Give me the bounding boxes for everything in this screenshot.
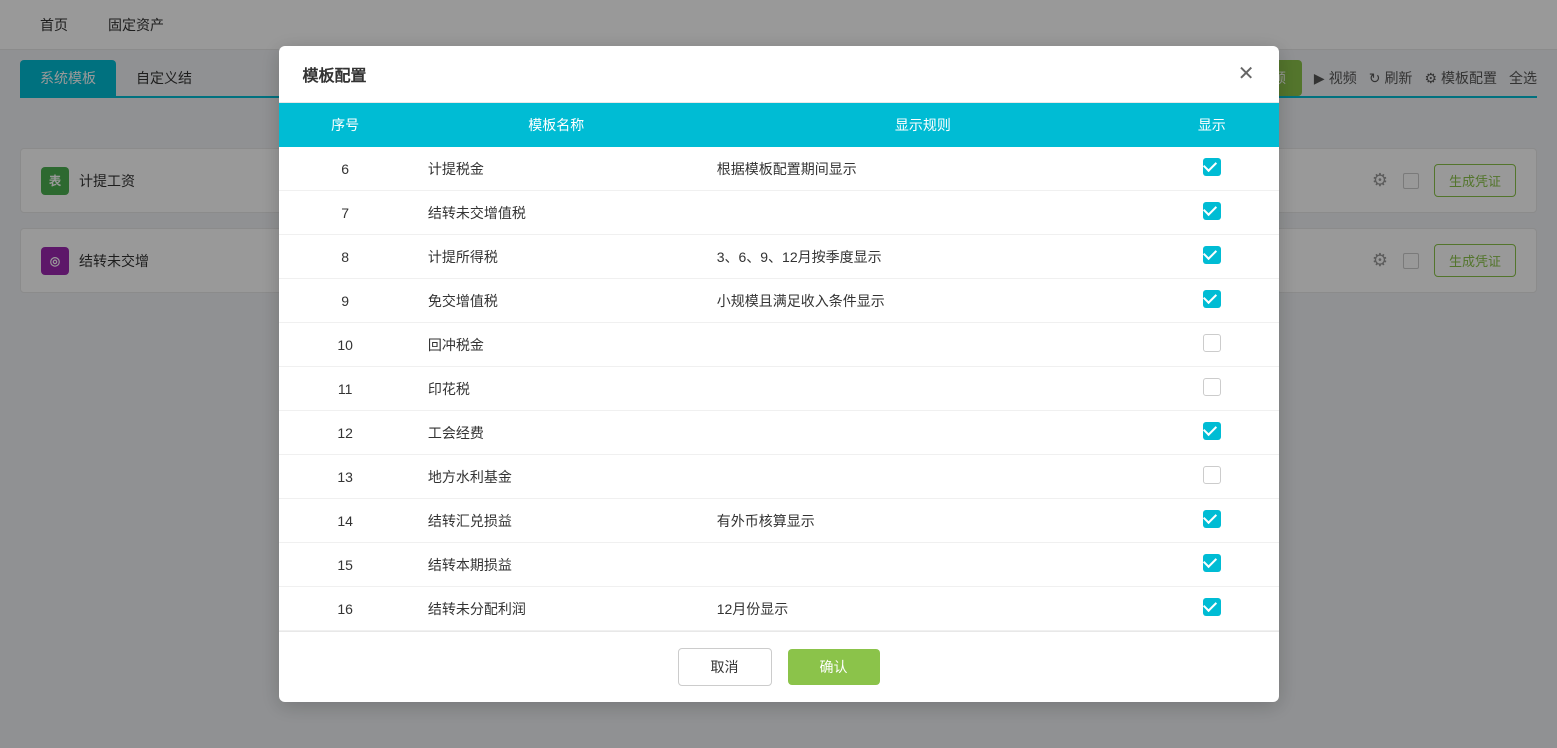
table-row: 9免交增值税小规模且满足收入条件显示 bbox=[279, 279, 1279, 323]
row-name: 回冲税金 bbox=[412, 323, 701, 367]
row-checkbox-cell[interactable] bbox=[1145, 411, 1278, 455]
row-rule bbox=[701, 543, 1145, 587]
row-checkbox[interactable] bbox=[1203, 290, 1221, 308]
row-rule bbox=[701, 367, 1145, 411]
template-config-modal: 模板配置 ✕ 序号 模板名称 显示规则 显示 6计提税金根据模板配置期间显示7结… bbox=[279, 46, 1279, 702]
col-header-display: 显示 bbox=[1145, 103, 1278, 147]
row-checkbox[interactable] bbox=[1203, 466, 1221, 484]
row-rule: 小规模且满足收入条件显示 bbox=[701, 279, 1145, 323]
row-checkbox-cell[interactable] bbox=[1145, 191, 1278, 235]
confirm-button[interactable]: 确认 bbox=[788, 649, 880, 685]
row-id: 10 bbox=[279, 323, 412, 367]
row-rule: 根据模板配置期间显示 bbox=[701, 147, 1145, 191]
row-checkbox-cell[interactable] bbox=[1145, 455, 1278, 499]
modal-footer: 取消 确认 bbox=[279, 631, 1279, 702]
row-checkbox-cell[interactable] bbox=[1145, 367, 1278, 411]
row-name: 计提税金 bbox=[412, 147, 701, 191]
row-name: 结转本期损益 bbox=[412, 543, 701, 587]
row-id: 13 bbox=[279, 455, 412, 499]
row-name: 免交增值税 bbox=[412, 279, 701, 323]
row-id: 7 bbox=[279, 191, 412, 235]
table-row: 15结转本期损益 bbox=[279, 543, 1279, 587]
row-checkbox-cell[interactable] bbox=[1145, 147, 1278, 191]
row-checkbox[interactable] bbox=[1203, 510, 1221, 528]
modal-close-button[interactable]: ✕ bbox=[1238, 64, 1255, 84]
row-checkbox[interactable] bbox=[1203, 202, 1221, 220]
row-rule: 12月份显示 bbox=[701, 587, 1145, 631]
table-header-row: 序号 模板名称 显示规则 显示 bbox=[279, 103, 1279, 147]
modal-table-container: 序号 模板名称 显示规则 显示 6计提税金根据模板配置期间显示7结转未交增值税8… bbox=[279, 103, 1279, 631]
row-name: 结转未交增值税 bbox=[412, 191, 701, 235]
col-header-name: 模板名称 bbox=[412, 103, 701, 147]
row-checkbox-cell[interactable] bbox=[1145, 499, 1278, 543]
row-checkbox[interactable] bbox=[1203, 598, 1221, 616]
table-row: 14结转汇兑损益有外币核算显示 bbox=[279, 499, 1279, 543]
row-name: 印花税 bbox=[412, 367, 701, 411]
table-row: 12工会经费 bbox=[279, 411, 1279, 455]
row-id: 12 bbox=[279, 411, 412, 455]
col-header-rule: 显示规则 bbox=[701, 103, 1145, 147]
row-name: 工会经费 bbox=[412, 411, 701, 455]
table-row: 16结转未分配利润12月份显示 bbox=[279, 587, 1279, 631]
row-rule bbox=[701, 191, 1145, 235]
row-checkbox[interactable] bbox=[1203, 334, 1221, 352]
row-rule: 有外币核算显示 bbox=[701, 499, 1145, 543]
table-row: 7结转未交增值税 bbox=[279, 191, 1279, 235]
table-body: 6计提税金根据模板配置期间显示7结转未交增值税8计提所得税3、6、9、12月按季… bbox=[279, 147, 1279, 631]
config-table: 序号 模板名称 显示规则 显示 6计提税金根据模板配置期间显示7结转未交增值税8… bbox=[279, 103, 1279, 631]
row-rule bbox=[701, 411, 1145, 455]
row-checkbox-cell[interactable] bbox=[1145, 235, 1278, 279]
row-checkbox[interactable] bbox=[1203, 378, 1221, 396]
table-row: 13地方水利基金 bbox=[279, 455, 1279, 499]
row-checkbox-cell[interactable] bbox=[1145, 279, 1278, 323]
row-checkbox[interactable] bbox=[1203, 158, 1221, 176]
row-rule bbox=[701, 323, 1145, 367]
table-row: 10回冲税金 bbox=[279, 323, 1279, 367]
table-row: 8计提所得税3、6、9、12月按季度显示 bbox=[279, 235, 1279, 279]
col-header-id: 序号 bbox=[279, 103, 412, 147]
row-id: 9 bbox=[279, 279, 412, 323]
row-name: 结转未分配利润 bbox=[412, 587, 701, 631]
row-name: 结转汇兑损益 bbox=[412, 499, 701, 543]
row-checkbox-cell[interactable] bbox=[1145, 543, 1278, 587]
row-rule bbox=[701, 455, 1145, 499]
row-checkbox-cell[interactable] bbox=[1145, 587, 1278, 631]
row-name: 计提所得税 bbox=[412, 235, 701, 279]
table-row: 6计提税金根据模板配置期间显示 bbox=[279, 147, 1279, 191]
row-rule: 3、6、9、12月按季度显示 bbox=[701, 235, 1145, 279]
modal-overlay: 模板配置 ✕ 序号 模板名称 显示规则 显示 6计提税金根据模板配置期间显示7结… bbox=[0, 0, 1557, 748]
row-checkbox-cell[interactable] bbox=[1145, 323, 1278, 367]
cancel-button[interactable]: 取消 bbox=[678, 648, 772, 686]
row-checkbox[interactable] bbox=[1203, 554, 1221, 572]
row-name: 地方水利基金 bbox=[412, 455, 701, 499]
modal-header: 模板配置 ✕ bbox=[279, 46, 1279, 103]
row-id: 6 bbox=[279, 147, 412, 191]
table-row: 11印花税 bbox=[279, 367, 1279, 411]
row-id: 15 bbox=[279, 543, 412, 587]
row-id: 8 bbox=[279, 235, 412, 279]
row-id: 14 bbox=[279, 499, 412, 543]
modal-title: 模板配置 bbox=[303, 62, 367, 86]
row-id: 16 bbox=[279, 587, 412, 631]
row-checkbox[interactable] bbox=[1203, 246, 1221, 264]
row-checkbox[interactable] bbox=[1203, 422, 1221, 440]
row-id: 11 bbox=[279, 367, 412, 411]
